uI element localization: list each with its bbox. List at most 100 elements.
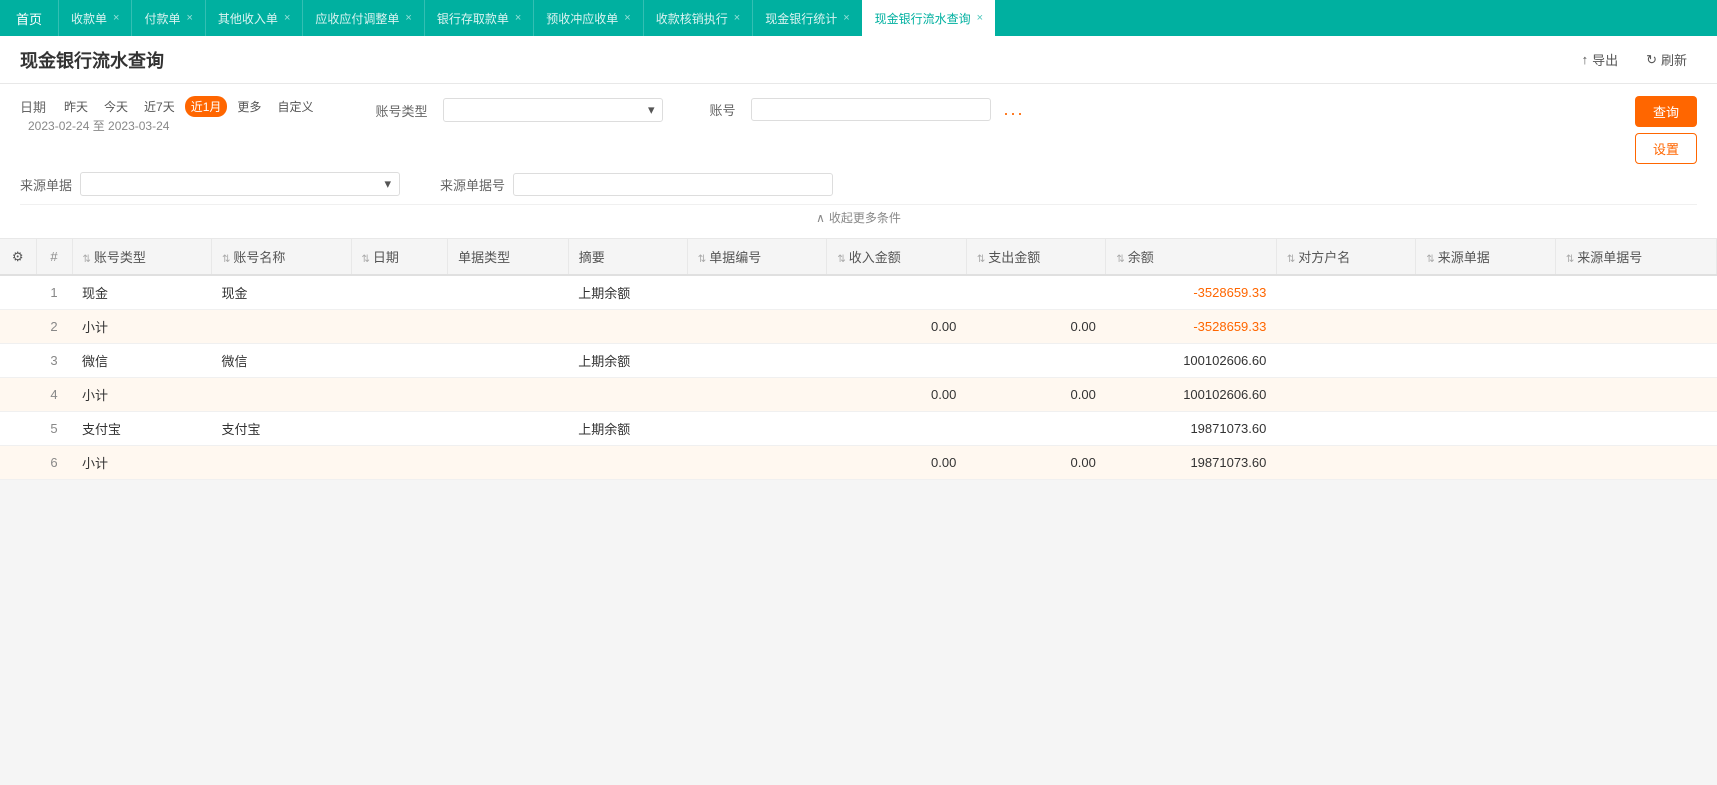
td-source-doc: [1416, 412, 1556, 446]
td-summary: [568, 446, 687, 480]
table-row[interactable]: 5 支付宝 支付宝 上期余额 19871073.60: [0, 412, 1717, 446]
close-icon[interactable]: ×: [977, 12, 983, 24]
td-source-doc: [1416, 446, 1556, 480]
td-doc-no: [687, 275, 827, 310]
td-expense: [966, 344, 1106, 378]
nav-tab-fukuan[interactable]: 付款单 ×: [131, 0, 204, 36]
nav-tab-qitashouru[interactable]: 其他收入单 ×: [205, 0, 302, 36]
td-account-name: [212, 310, 352, 344]
th-account-name[interactable]: ⇅账号名称: [212, 239, 352, 275]
td-expense: [966, 412, 1106, 446]
td-rownum: 1: [36, 275, 72, 310]
account-input[interactable]: [751, 98, 991, 121]
td-source-doc: [1416, 310, 1556, 344]
table-row[interactable]: 2 小计 0.00 0.00 -3528659.33: [0, 310, 1717, 344]
close-icon[interactable]: ×: [284, 12, 290, 24]
td-counterpart: [1276, 446, 1416, 480]
td-account-type: 小计: [72, 446, 212, 480]
nav-tab-yinhangcunqu[interactable]: 银行存取款单 ×: [424, 0, 533, 36]
account-label: 账号: [709, 100, 735, 119]
close-icon[interactable]: ×: [515, 12, 521, 24]
td-source-doc-no: [1555, 310, 1716, 344]
td-counterpart: [1276, 412, 1416, 446]
td-rownum: 5: [36, 412, 72, 446]
nav-tab-shoukuanhexiao[interactable]: 收款核销执行 ×: [643, 0, 752, 36]
nav-tab-yingshoutiaozheng[interactable]: 应收应付调整单 ×: [302, 0, 423, 36]
table-row[interactable]: 3 微信 微信 上期余额 100102606.60: [0, 344, 1717, 378]
td-counterpart: [1276, 344, 1416, 378]
td-gear: [0, 275, 36, 310]
export-icon: ↑: [1582, 52, 1589, 67]
date-option-more[interactable]: 更多: [231, 96, 267, 117]
th-date[interactable]: ⇅日期: [351, 239, 448, 275]
settings-button[interactable]: 设置: [1635, 133, 1697, 164]
td-source-doc: [1416, 378, 1556, 412]
nav-home[interactable]: 首页: [0, 0, 58, 36]
th-expense[interactable]: ⇅支出金额: [966, 239, 1106, 275]
td-account-type: 小计: [72, 310, 212, 344]
td-date: [351, 310, 448, 344]
table-row[interactable]: 1 现金 现金 上期余额 -3528659.33: [0, 275, 1717, 310]
table-row[interactable]: 4 小计 0.00 0.00 100102606.60: [0, 378, 1717, 412]
close-icon[interactable]: ×: [186, 12, 192, 24]
th-source-doc[interactable]: ⇅来源单据: [1416, 239, 1556, 275]
top-nav: 首页 收款单 × 付款单 × 其他收入单 × 应收应付调整单 × 银行存取款单 …: [0, 0, 1717, 36]
th-doc-no[interactable]: ⇅单据编号: [687, 239, 827, 275]
td-doc-type: [448, 446, 569, 480]
nav-tab-xianjinyinhang-stat[interactable]: 现金银行统计 ×: [752, 0, 861, 36]
more-dots-icon[interactable]: ...: [1003, 99, 1024, 120]
td-date: [351, 412, 448, 446]
td-source-doc-no: [1555, 344, 1716, 378]
td-counterpart: [1276, 378, 1416, 412]
close-icon[interactable]: ×: [405, 12, 411, 24]
th-counterpart[interactable]: ⇅对方户名: [1276, 239, 1416, 275]
date-option-7days[interactable]: 近7天: [138, 96, 181, 117]
account-type-label: 账号类型: [375, 101, 427, 120]
close-icon[interactable]: ×: [843, 12, 849, 24]
export-button[interactable]: ↑ 导出: [1572, 46, 1629, 73]
table-wrapper: ⚙ # ⇅账号类型 ⇅账号名称 ⇅日期 单据类型 摘要 ⇅单据编号 ⇅收入金额 …: [0, 239, 1717, 480]
source-doc-num-input[interactable]: [513, 173, 833, 196]
th-doc-type: 单据类型: [448, 239, 569, 275]
td-account-name: [212, 446, 352, 480]
th-balance[interactable]: ⇅余额: [1106, 239, 1277, 275]
date-option-custom[interactable]: 自定义: [271, 96, 319, 117]
nav-tab-xianjin-liushui[interactable]: 现金银行流水查询 ×: [862, 0, 995, 36]
td-gear: [0, 446, 36, 480]
chevron-up-icon: ∧: [816, 211, 825, 225]
account-type-select[interactable]: ▾: [443, 98, 663, 122]
td-balance: -3528659.33: [1106, 275, 1277, 310]
td-doc-no: [687, 378, 827, 412]
nav-tab-shoukuan[interactable]: 收款单 ×: [58, 0, 131, 36]
collapse-bar[interactable]: ∧ 收起更多条件: [20, 204, 1697, 230]
query-button[interactable]: 查询: [1635, 96, 1697, 127]
date-option-today[interactable]: 今天: [98, 96, 134, 117]
th-gear[interactable]: ⚙: [0, 239, 36, 275]
nav-tab-yushouzhong[interactable]: 预收冲应收单 ×: [533, 0, 642, 36]
td-doc-no: [687, 344, 827, 378]
td-rownum: 4: [36, 378, 72, 412]
chevron-down-icon: ▾: [648, 102, 655, 118]
refresh-button[interactable]: ↻ 刷新: [1636, 46, 1697, 73]
date-option-1month[interactable]: 近1月: [185, 96, 228, 117]
td-expense: [966, 275, 1106, 310]
close-icon[interactable]: ×: [624, 12, 630, 24]
td-source-doc-no: [1555, 275, 1716, 310]
th-income[interactable]: ⇅收入金额: [827, 239, 967, 275]
th-source-doc-no[interactable]: ⇅来源单据号: [1555, 239, 1716, 275]
close-icon[interactable]: ×: [113, 12, 119, 24]
source-doc-select[interactable]: ▾: [80, 172, 400, 196]
filter-date-block: 日期 昨天 今天 近7天 近1月 更多 自定义 2023-02-24 至 202…: [20, 96, 319, 134]
td-expense: 0.00: [966, 310, 1106, 344]
td-source-doc-no: [1555, 378, 1716, 412]
th-account-type[interactable]: ⇅账号类型: [72, 239, 212, 275]
td-rownum: 6: [36, 446, 72, 480]
td-account-name: [212, 378, 352, 412]
td-doc-no: [687, 310, 827, 344]
td-account-type: 小计: [72, 378, 212, 412]
td-balance: -3528659.33: [1106, 310, 1277, 344]
close-icon[interactable]: ×: [734, 12, 740, 24]
table-row[interactable]: 6 小计 0.00 0.00 19871073.60: [0, 446, 1717, 480]
date-option-yesterday[interactable]: 昨天: [58, 96, 94, 117]
filter-account-group: 账号 ...: [709, 98, 1024, 121]
